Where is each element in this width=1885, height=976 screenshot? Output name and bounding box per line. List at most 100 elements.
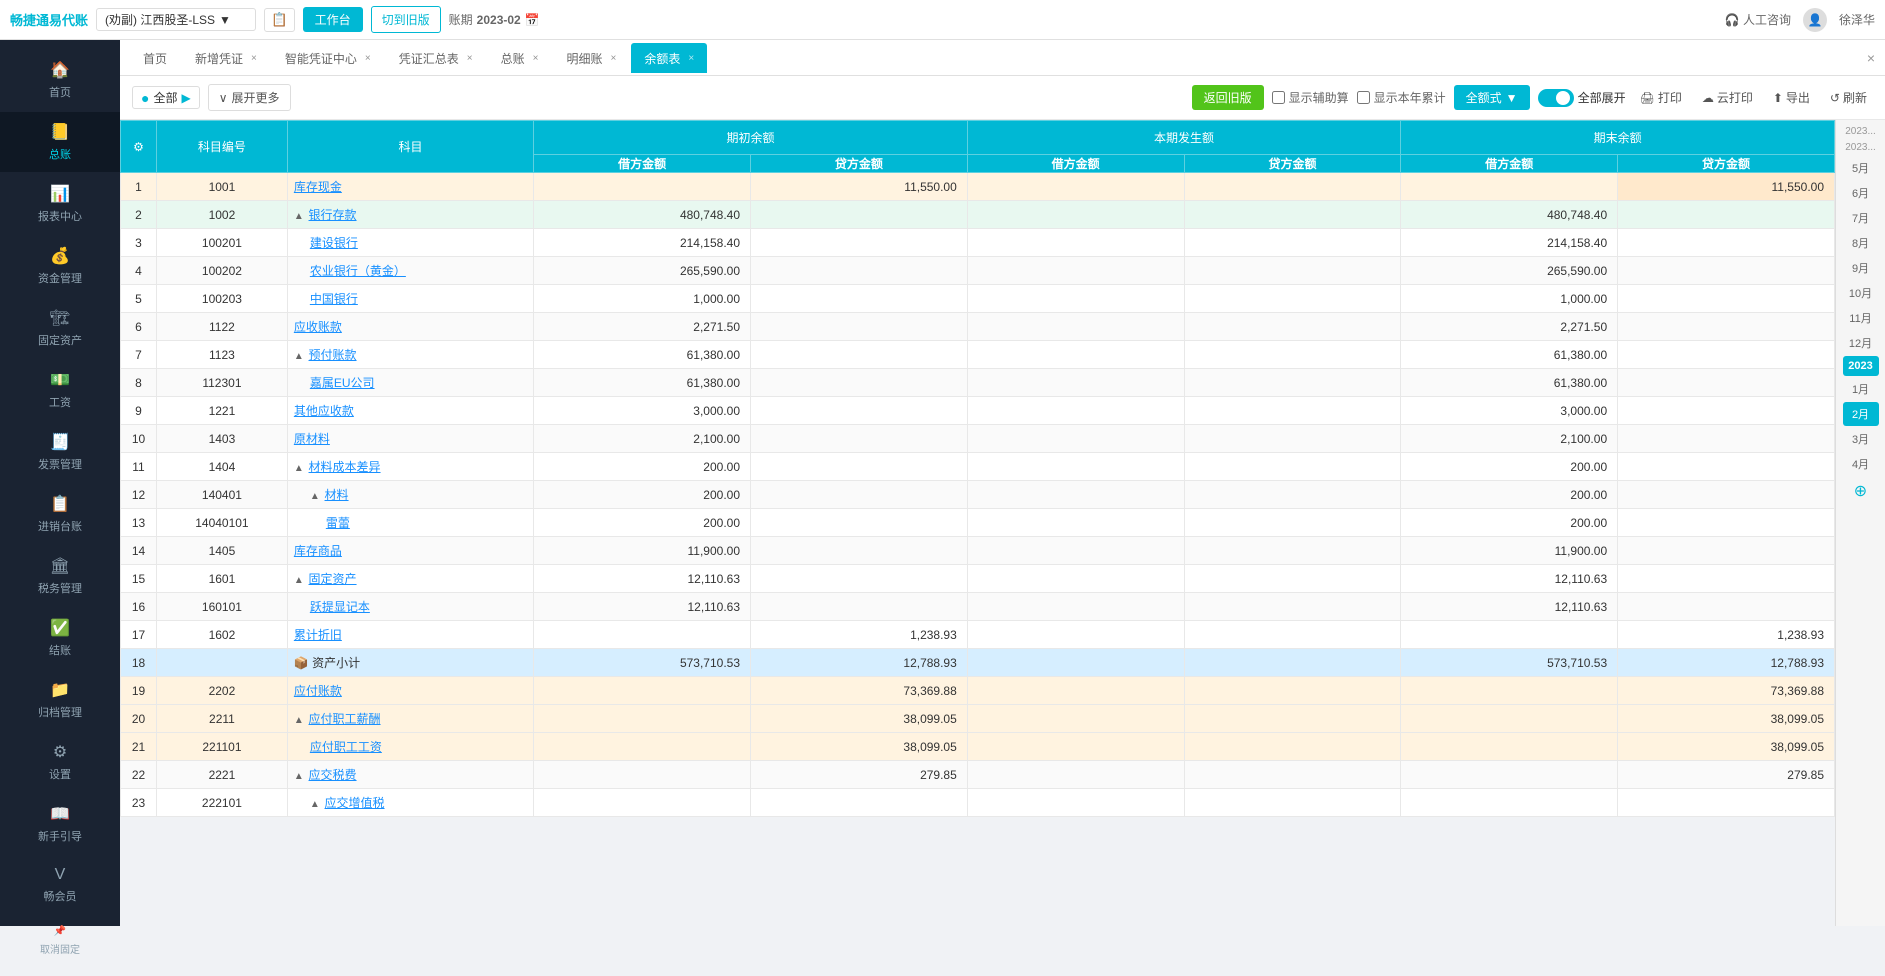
table-row[interactable]: 171602累计折旧1,238.931,238.93 [121, 621, 1835, 649]
expand-row-icon[interactable]: ▲ [310, 799, 323, 810]
table-row-name[interactable]: 库存商品 [287, 537, 533, 565]
sidebar-item-tax[interactable]: 🏛 税务管理 [0, 546, 120, 606]
expand-more-button[interactable]: ∨ 展开更多 [208, 84, 291, 111]
return-old-version-button[interactable]: 返回旧版 [1192, 85, 1264, 110]
month-12[interactable]: 12月 [1843, 331, 1879, 355]
tab-voucher-summary[interactable]: 凭证汇总表 × [386, 43, 486, 73]
close-all-tabs-button[interactable]: × [1867, 50, 1875, 66]
expand-row-icon[interactable]: ▲ [294, 211, 307, 222]
table-row[interactable]: 192202应付账款73,369.8873,369.88 [121, 677, 1835, 705]
table-row[interactable]: 222221▲ 应交税费279.85279.85 [121, 761, 1835, 789]
show-ytd-checkbox[interactable]: 显示本年累计 [1357, 89, 1446, 106]
sidebar-item-funds[interactable]: 💰 资金管理 [0, 236, 120, 296]
tab-close-icon[interactable]: × [365, 53, 371, 64]
unpin-button[interactable]: 📌 取消固定 [0, 916, 120, 966]
table-row[interactable]: 18📦 资产小计573,710.5312,788.93573,710.5312,… [121, 649, 1835, 677]
table-row-name[interactable]: 原材料 [287, 425, 533, 453]
sidebar-item-invoice[interactable]: 🧾 发票管理 [0, 422, 120, 482]
sidebar-item-guide[interactable]: 📖 新手引导 [0, 794, 120, 854]
table-row-name[interactable]: ▲ 预付账款 [287, 341, 533, 369]
table-row[interactable]: 91221其他应收款3,000.003,000.00 [121, 397, 1835, 425]
table-row[interactable]: 71123▲ 预付账款61,380.0061,380.00 [121, 341, 1835, 369]
table-row[interactable]: 21221101应付职工工资38,099.0538,099.05 [121, 733, 1835, 761]
refresh-button[interactable]: ↺ 刷新 [1824, 86, 1873, 109]
expand-row-icon[interactable]: ▲ [310, 491, 323, 502]
sidebar-item-general-ledger[interactable]: 📒 总账 [0, 112, 120, 172]
table-row[interactable]: 61122应收账款2,271.502,271.50 [121, 313, 1835, 341]
filter-selector[interactable]: ● 全部 ▶ [132, 86, 200, 109]
sidebar-item-closing[interactable]: ✅ 结账 [0, 608, 120, 668]
expand-all-toggle[interactable]: 全部展开 [1538, 89, 1626, 107]
table-row-name[interactable]: 建设银行 [287, 229, 533, 257]
table-row[interactable]: 21002▲ 银行存款480,748.40480,748.40 [121, 201, 1835, 229]
table-row[interactable]: 8112301嘉属EU公司61,380.0061,380.00 [121, 369, 1835, 397]
table-row-name[interactable]: ▲ 应付职工薪酬 [287, 705, 533, 733]
tab-close-icon[interactable]: × [533, 53, 539, 64]
table-row-name[interactable]: ▲ 材料成本差异 [287, 453, 533, 481]
settings-col-header[interactable]: ⚙ [121, 121, 157, 173]
tab-close-icon[interactable]: × [688, 53, 694, 64]
show-aux-checkbox[interactable]: 显示辅助算 [1272, 89, 1349, 106]
tab-close-icon[interactable]: × [610, 53, 616, 64]
table-row[interactable]: 5100203中国银行1,000.001,000.00 [121, 285, 1835, 313]
month-6[interactable]: 6月 [1843, 181, 1879, 205]
month-11[interactable]: 11月 [1843, 306, 1879, 330]
table-row[interactable]: 1314040101雷蕾200.00200.00 [121, 509, 1835, 537]
switch-version-button[interactable]: 切到旧版 [371, 6, 441, 33]
table-row[interactable]: 23222101▲ 应交增值税 [121, 789, 1835, 817]
tab-smart-voucher[interactable]: 智能凭证中心 × [272, 43, 384, 73]
table-row[interactable]: 141405库存商品11,900.0011,900.00 [121, 537, 1835, 565]
table-row-name[interactable]: 跃提显记本 [287, 593, 533, 621]
calendar-icon[interactable]: 📅 [525, 13, 540, 27]
table-row-name[interactable]: 其他应收款 [287, 397, 533, 425]
tab-home[interactable]: 首页 [130, 43, 180, 73]
month-3[interactable]: 3月 [1843, 427, 1879, 451]
table-row[interactable]: 111404▲ 材料成本差异200.00200.00 [121, 453, 1835, 481]
format-button[interactable]: 全额式 ▼ [1454, 85, 1530, 110]
sidebar-item-payroll[interactable]: 💵 工资 [0, 360, 120, 420]
sidebar-item-purchase-sales[interactable]: 📋 进销台账 [0, 484, 120, 544]
expand-row-icon[interactable]: ▲ [294, 575, 307, 586]
table-row-name[interactable]: 应收账款 [287, 313, 533, 341]
table-row-name[interactable]: 雷蕾 [287, 509, 533, 537]
export-button[interactable]: ⬆ 导出 [1767, 86, 1816, 109]
table-row-name[interactable]: ▲ 银行存款 [287, 201, 533, 229]
table-row-name[interactable]: 中国银行 [287, 285, 533, 313]
print-button[interactable]: 🖨 打印 [1634, 86, 1688, 109]
table-row-name[interactable]: 嘉属EU公司 [287, 369, 533, 397]
tab-general-ledger[interactable]: 总账 × [488, 43, 552, 73]
table-row-name[interactable]: ▲ 应交税费 [287, 761, 533, 789]
workbench-button[interactable]: 工作台 [303, 7, 363, 32]
month-10[interactable]: 10月 [1843, 281, 1879, 305]
table-row-name[interactable]: 库存现金 [287, 173, 533, 201]
consult-btn[interactable]: 🎧 人工咨询 [1725, 11, 1791, 28]
month-8[interactable]: 8月 [1843, 231, 1879, 255]
year-2023-active[interactable]: 2023 [1843, 356, 1879, 376]
expand-row-icon[interactable]: ▲ [294, 715, 307, 726]
tab-new-voucher[interactable]: 新增凭证 × [182, 43, 270, 73]
table-row-name[interactable]: 应付账款 [287, 677, 533, 705]
table-row[interactable]: 12140401▲ 材料200.00200.00 [121, 481, 1835, 509]
table-row-name[interactable]: 农业银行（黄金） [287, 257, 533, 285]
sidebar-item-home[interactable]: 🏠 首页 [0, 50, 120, 110]
table-row-name[interactable]: ▲ 应交增值税 [287, 789, 533, 817]
table-row[interactable]: 202211▲ 应付职工薪酬38,099.0538,099.05 [121, 705, 1835, 733]
month-2-active[interactable]: 2月 [1843, 402, 1879, 426]
sidebar-item-fixed-assets[interactable]: 🏗 固定资产 [0, 298, 120, 358]
table-row-name[interactable]: 累计折旧 [287, 621, 533, 649]
sidebar-item-reports[interactable]: 📊 报表中心 [0, 174, 120, 234]
toggle-switch[interactable] [1538, 89, 1574, 107]
tab-close-icon[interactable]: × [251, 53, 257, 64]
sidebar-item-member[interactable]: V 畅会员 [0, 856, 120, 914]
table-row[interactable]: 151601▲ 固定资产12,110.6312,110.63 [121, 565, 1835, 593]
table-row[interactable]: 4100202农业银行（黄金）265,590.00265,590.00 [121, 257, 1835, 285]
table-row-name[interactable]: ▲ 固定资产 [287, 565, 533, 593]
tab-balance-sheet[interactable]: 余额表 × [631, 43, 707, 73]
show-aux-input[interactable] [1272, 91, 1285, 104]
month-9[interactable]: 9月 [1843, 256, 1879, 280]
table-row[interactable]: 16160101跃提显记本12,110.6312,110.63 [121, 593, 1835, 621]
month-4[interactable]: 4月 [1843, 452, 1879, 476]
expand-row-icon[interactable]: ▲ [294, 351, 307, 362]
copy-btn[interactable]: 📋 [264, 8, 295, 32]
month-7[interactable]: 7月 [1843, 206, 1879, 230]
